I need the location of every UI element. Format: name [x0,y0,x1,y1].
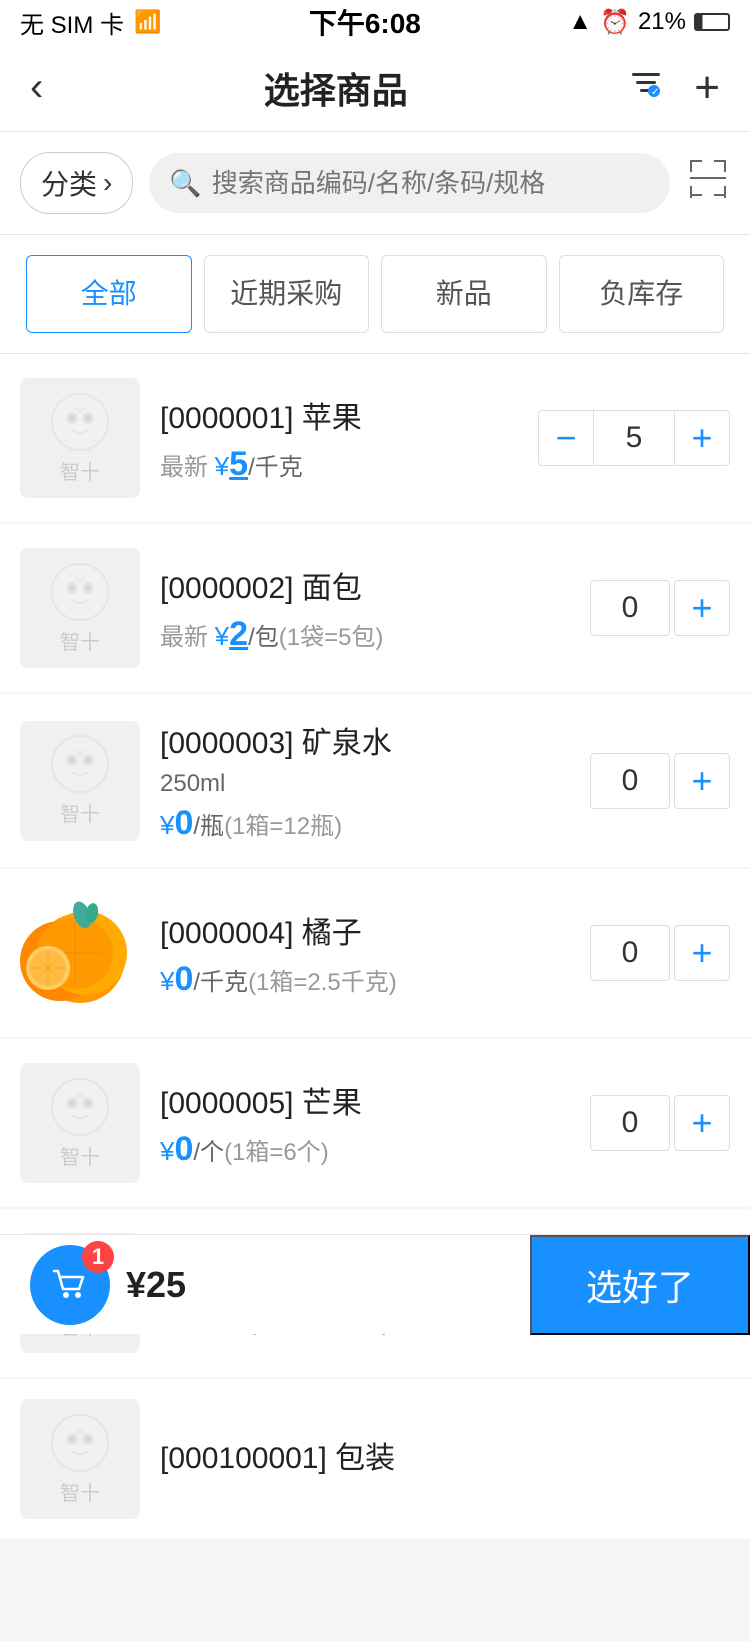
price-latest-label: 最新 [160,624,215,651]
price-latest-label: 最新 [160,454,215,481]
status-bar: 无 SIM 卡 📶 下午6:08 ▲ ⏰ 21% [0,0,750,44]
price-unit: /千克 [193,969,248,996]
svg-text:✓: ✓ [651,87,659,98]
list-item: 智十 [0000001] 苹果 最新 ¥5/千克 − + [0,354,750,522]
list-item: 智十 [0000002] 面包 最新 ¥2/包(1袋=5包) + [0,524,750,692]
product-name: [0000005] 芒果 [160,1078,570,1122]
quantity-control: + [590,925,730,981]
confirm-button[interactable]: 选好了 [530,1235,750,1335]
battery-text: 21% [638,8,686,36]
quantity-control: + [590,1095,730,1151]
quantity-input[interactable] [590,580,670,636]
nav-icons: ✓ + [628,63,720,113]
search-box: 🔍 [149,153,670,213]
category-arrow: › [103,167,112,199]
product-image: 智十 [20,548,140,668]
product-name: [0000003] 矿泉水 [160,718,570,762]
list-item: 智十 [0000003] 矿泉水 250ml ¥0/瓶(1箱=12瓶) + [0,694,750,867]
quantity-increase-button[interactable]: + [674,753,730,809]
product-info: [0000002] 面包 最新 ¥2/包(1袋=5包) [160,563,570,654]
location-icon: ▲ [568,8,592,36]
search-icon: 🔍 [169,168,201,199]
price-value: 2 [229,615,248,653]
price-value: 0 [174,804,193,842]
product-name: [0000004] 橘子 [160,908,570,952]
alarm-icon: ⏰ [600,8,630,37]
tab-recent[interactable]: 近期采购 [204,255,370,333]
page-title: 选择商品 [264,62,408,114]
status-time: 下午6:08 [309,2,421,42]
quantity-decrease-button[interactable]: − [538,410,594,466]
filter-icon[interactable]: ✓ [628,65,664,110]
quantity-increase-button[interactable]: + [674,410,730,466]
search-area: 分类 › 🔍 [0,132,750,235]
product-price: ¥0/个(1箱=6个) [160,1130,570,1169]
carrier-text: 无 SIM 卡 [20,5,124,40]
price-value: 0 [174,960,193,998]
tab-new[interactable]: 新品 [381,255,547,333]
quantity-input[interactable] [590,753,670,809]
price-unit: /瓶 [193,813,224,840]
product-image: 智十 [20,1063,140,1183]
price-unit: /包 [248,624,279,651]
quantity-increase-button[interactable]: + [674,580,730,636]
cart-total: ¥25 [126,1264,186,1306]
box-info: (1箱=2.5千克) [248,969,397,996]
product-image: 智十 [20,1399,140,1519]
cart-area: 1 ¥25 [0,1245,530,1325]
product-list: 智十 [0000001] 苹果 最新 ¥5/千克 − + [0,354,750,1641]
product-info: [0000005] 芒果 ¥0/个(1箱=6个) [160,1078,570,1169]
quantity-control: + [590,580,730,636]
tab-all[interactable]: 全部 [26,255,192,333]
product-name: [000100001] 包装 [160,1433,730,1477]
quantity-control: + [590,753,730,809]
price-unit: /个 [193,1139,224,1166]
quantity-increase-button[interactable]: + [674,925,730,981]
nav-bar: ‹ 选择商品 ✓ + [0,44,750,132]
box-info: (1箱=12瓶) [224,813,342,840]
price-value: 5 [229,445,248,483]
filter-tabs: 全部 近期采购 新品 负库存 [0,235,750,354]
scan-button[interactable] [686,156,730,210]
list-item: 智十 [0000005] 芒果 ¥0/个(1箱=6个) + [0,1039,750,1207]
box-info: (1箱=6个) [224,1139,329,1166]
bottom-bar: 1 ¥25 选好了 [0,1234,750,1334]
product-image [20,893,140,1013]
product-price: ¥0/千克(1箱=2.5千克) [160,960,570,999]
quantity-control: − + [538,410,730,466]
quantity-input[interactable] [590,925,670,981]
product-image: 智十 [20,378,140,498]
category-button[interactable]: 分类 › [20,152,133,214]
cart-badge: 1 [82,1241,114,1273]
status-right: ▲ ⏰ 21% [568,8,730,37]
product-info: [0000004] 橘子 ¥0/千克(1箱=2.5千克) [160,908,570,999]
add-button[interactable]: + [694,63,720,113]
price-value: 0 [174,1130,193,1168]
tab-negative[interactable]: 负库存 [559,255,725,333]
product-info: [000100001] 包装 [160,1433,730,1485]
quantity-input[interactable] [590,1095,670,1151]
product-info: [0000003] 矿泉水 250ml ¥0/瓶(1箱=12瓶) [160,718,570,843]
product-spec: 250ml [160,770,570,798]
product-price: 最新 ¥5/千克 [160,445,518,484]
product-price: ¥0/瓶(1箱=12瓶) [160,804,570,843]
category-label: 分类 [41,163,97,203]
list-item: [0000004] 橘子 ¥0/千克(1箱=2.5千克) + [0,869,750,1037]
status-left: 无 SIM 卡 📶 [20,5,161,40]
quantity-input[interactable] [594,410,674,466]
cart-button[interactable]: 1 [30,1245,110,1325]
price-unit: /千克 [248,454,303,481]
search-input[interactable] [212,168,650,199]
product-name: [0000002] 面包 [160,563,570,607]
product-name: [0000001] 苹果 [160,393,518,437]
product-info: [0000001] 苹果 最新 ¥5/千克 [160,393,518,484]
list-item: 智十 [000100001] 包装 [0,1379,750,1539]
quantity-increase-button[interactable]: + [674,1095,730,1151]
product-price: 最新 ¥2/包(1袋=5包) [160,615,570,654]
wifi-icon: 📶 [134,9,161,35]
battery-icon [694,13,730,31]
back-button[interactable]: ‹ [30,65,43,110]
product-image: 智十 [20,721,140,841]
box-info: (1袋=5包) [279,624,384,651]
